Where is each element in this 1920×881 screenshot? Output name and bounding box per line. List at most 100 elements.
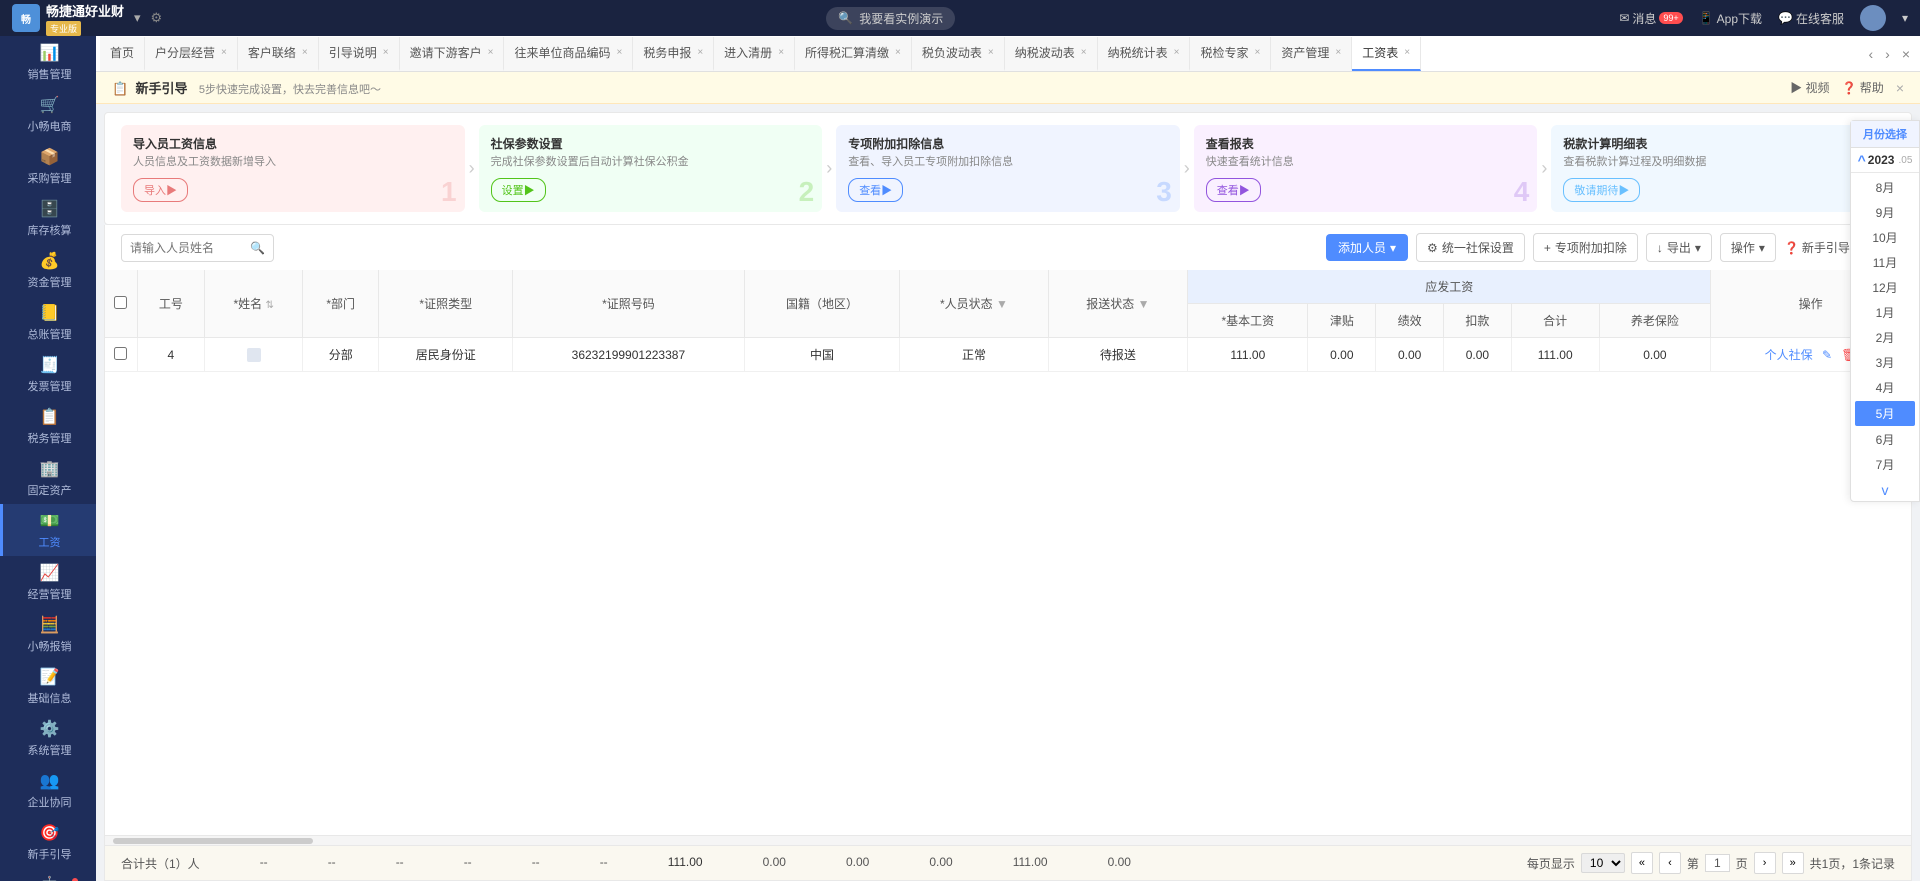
- tab-close-branch[interactable]: ×: [221, 47, 227, 58]
- month-next-btn[interactable]: v: [1882, 482, 1889, 498]
- month-prev-btn[interactable]: ^: [1858, 152, 1866, 168]
- tab-tax_stat[interactable]: 纳税波动表×: [1005, 37, 1098, 71]
- uniform-settings-btn[interactable]: ⚙ 统一社保设置: [1416, 233, 1525, 262]
- app-download-btn[interactable]: 📱 App下载: [1699, 10, 1762, 27]
- tab-salary_tab[interactable]: 工资表×: [1352, 37, 1421, 71]
- tab-close-tax_stat[interactable]: ×: [1081, 47, 1087, 58]
- month-item-12月[interactable]: 12月: [1851, 275, 1919, 300]
- sidebar-item-purchase[interactable]: 📦采购管理: [0, 140, 96, 192]
- sidebar-item-salary[interactable]: 💵工资: [0, 504, 96, 556]
- guide-close-btn[interactable]: ×: [1896, 80, 1904, 96]
- sidebar-item-ecommerce[interactable]: 🛒小畅电商: [0, 88, 96, 140]
- tab-close-tax_calc[interactable]: ×: [895, 47, 901, 58]
- demo-search[interactable]: 🔍 我要看实例演示: [826, 7, 955, 30]
- tab-close-product_code[interactable]: ×: [616, 47, 622, 58]
- tab-tax_relief[interactable]: 税负波动表×: [912, 37, 1005, 71]
- month-item-3月[interactable]: 3月: [1851, 350, 1919, 375]
- tab-customer[interactable]: 客户联络×: [238, 37, 319, 71]
- company-dropdown[interactable]: ▾: [134, 10, 141, 26]
- new-guide-btn[interactable]: ❓ 新手引导: [1784, 239, 1850, 256]
- month-item-5月[interactable]: 5月: [1855, 401, 1915, 426]
- sidebar-item-assets[interactable]: 🏢固定资产: [0, 452, 96, 504]
- sidebar-item-ledger[interactable]: 📒总账管理: [0, 296, 96, 348]
- tab-close-tax_relief[interactable]: ×: [988, 47, 994, 58]
- sidebar-item-system[interactable]: ⚙️系统管理: [0, 712, 96, 764]
- guide-help-btn[interactable]: ❓ 帮助: [1842, 79, 1884, 96]
- sidebar-item-smart[interactable]: 🤖智能管理: [0, 868, 96, 881]
- sidebar-item-operation[interactable]: 📈经营管理: [0, 556, 96, 608]
- tab-tax_calc[interactable]: 所得税汇算清缴×: [795, 37, 912, 71]
- sidebar-item-guide[interactable]: 🎯新手引导: [0, 816, 96, 868]
- operations-btn[interactable]: 操作 ▾: [1720, 233, 1776, 262]
- scroll-thumb[interactable]: [113, 838, 313, 844]
- sendstatus-filter-icon[interactable]: ▼: [1138, 297, 1150, 311]
- tab-close-tax_report[interactable]: ×: [697, 47, 703, 58]
- name-sort-icon[interactable]: ⇅: [265, 300, 273, 311]
- search-input[interactable]: [130, 241, 250, 255]
- search-btn[interactable]: 🔍: [250, 241, 265, 255]
- table-scroll-bar[interactable]: [105, 835, 1911, 845]
- last-page-btn[interactable]: »: [1782, 852, 1804, 874]
- settings-icon[interactable]: ⚙: [151, 10, 163, 26]
- tab-home[interactable]: 首页: [100, 37, 145, 71]
- user-avatar[interactable]: [1860, 5, 1886, 31]
- tab-guide_tab[interactable]: 引导说明×: [319, 37, 400, 71]
- sidebar-item-invoice[interactable]: 🧾发票管理: [0, 348, 96, 400]
- ops-edit-0[interactable]: ✎: [1822, 348, 1832, 362]
- step-3-btn[interactable]: 查看▶: [848, 178, 903, 202]
- tab-branch[interactable]: 户分层经营×: [145, 37, 238, 71]
- tab-scroll-left[interactable]: ‹: [1862, 46, 1879, 62]
- row-select-0[interactable]: [114, 347, 127, 360]
- month-item-1月[interactable]: 1月: [1851, 300, 1919, 325]
- tab-scroll-right[interactable]: ›: [1879, 46, 1896, 62]
- step-5-btn[interactable]: 敬请期待▶: [1563, 178, 1640, 202]
- online-service-btn[interactable]: 💬 在线客服: [1778, 10, 1844, 27]
- extra-deduction-btn[interactable]: + 专项附加扣除: [1533, 233, 1638, 262]
- tab-product_code[interactable]: 往来单位商品编码×: [504, 37, 633, 71]
- month-item-6月[interactable]: 6月: [1851, 427, 1919, 452]
- tab-close-asset_mgr[interactable]: ×: [1335, 47, 1341, 58]
- sidebar-item-basic[interactable]: 📝基础信息: [0, 660, 96, 712]
- per-page-select[interactable]: 10 20 50: [1581, 853, 1625, 873]
- tab-tax_count[interactable]: 纳税统计表×: [1098, 37, 1191, 71]
- tab-more[interactable]: ×: [1896, 46, 1916, 62]
- message-btn[interactable]: ✉ 消息 99+: [1619, 10, 1682, 27]
- month-item-10月[interactable]: 10月: [1851, 225, 1919, 250]
- month-item-7月[interactable]: 7月: [1851, 452, 1919, 477]
- sidebar-item-enterprise[interactable]: 👥企业协同: [0, 764, 96, 816]
- prev-page-btn[interactable]: ‹: [1659, 852, 1681, 874]
- tab-clearbook[interactable]: 进入清册×: [714, 37, 795, 71]
- ops-social-0[interactable]: 个人社保: [1765, 348, 1813, 362]
- tab-close-invite[interactable]: ×: [488, 47, 494, 58]
- tab-tax_expert[interactable]: 税检专家×: [1190, 37, 1271, 71]
- tab-close-customer[interactable]: ×: [302, 47, 308, 58]
- tab-close-tax_count[interactable]: ×: [1174, 47, 1180, 58]
- month-item-8月[interactable]: 8月: [1851, 175, 1919, 200]
- status-filter-icon[interactable]: ▼: [996, 297, 1008, 311]
- step-2-btn[interactable]: 设置▶: [491, 178, 546, 202]
- tab-asset_mgr[interactable]: 资产管理×: [1271, 37, 1352, 71]
- guide-video-btn[interactable]: ▶ 视频: [1790, 79, 1829, 96]
- month-item-2月[interactable]: 2月: [1851, 325, 1919, 350]
- month-item-9月[interactable]: 9月: [1851, 200, 1919, 225]
- tab-invite[interactable]: 邀请下游客户×: [400, 37, 505, 71]
- month-item-11月[interactable]: 11月: [1851, 250, 1919, 275]
- step-4-btn[interactable]: 查看▶: [1206, 178, 1261, 202]
- step-1-btn[interactable]: 导入▶: [133, 178, 188, 202]
- table-container[interactable]: 工号 *姓名 ⇅ *部门 *证照类型 *证照号码 国籍（地区）: [105, 270, 1911, 835]
- tab-close-clearbook[interactable]: ×: [778, 47, 784, 58]
- user-menu-btn[interactable]: ▾: [1902, 11, 1908, 25]
- first-page-btn[interactable]: «: [1631, 852, 1653, 874]
- tab-close-tax_expert[interactable]: ×: [1254, 47, 1260, 58]
- sidebar-item-tax[interactable]: 📋税务管理: [0, 400, 96, 452]
- sidebar-item-capital[interactable]: 💰资金管理: [0, 244, 96, 296]
- export-btn[interactable]: ↓ 导出 ▾: [1646, 233, 1712, 262]
- month-item-4月[interactable]: 4月: [1851, 375, 1919, 400]
- tab-close-guide_tab[interactable]: ×: [383, 47, 389, 58]
- sidebar-item-sales[interactable]: 📊销售管理: [0, 36, 96, 88]
- tab-close-salary_tab[interactable]: ×: [1404, 47, 1410, 58]
- tab-tax_report[interactable]: 税务申报×: [633, 37, 714, 71]
- add-person-btn[interactable]: 添加人员 ▾: [1326, 234, 1408, 261]
- select-all-checkbox[interactable]: [114, 296, 127, 309]
- sidebar-item-report[interactable]: 🧮小畅报销: [0, 608, 96, 660]
